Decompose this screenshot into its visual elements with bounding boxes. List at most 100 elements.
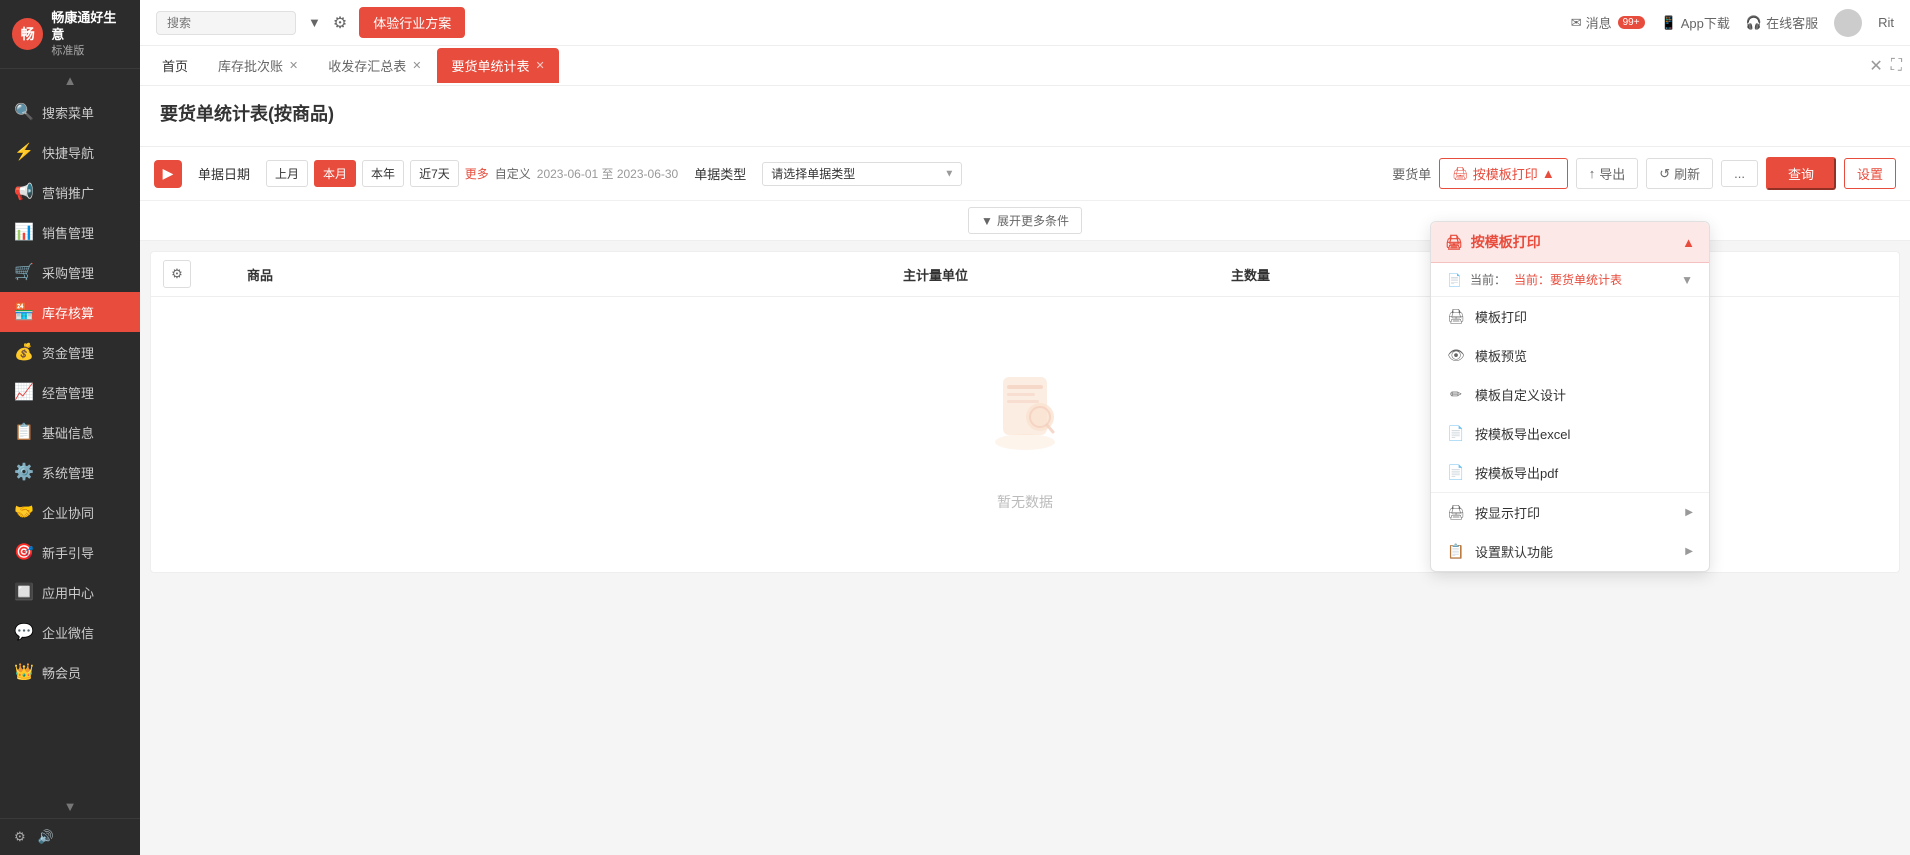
- message-icon: ✉: [1571, 15, 1582, 31]
- tab-batch-account-close[interactable]: ✕: [289, 59, 298, 72]
- avatar[interactable]: [1834, 9, 1862, 37]
- dropdown-chevron-up[interactable]: ▲: [1682, 235, 1695, 250]
- sidebar-item-enterprise[interactable]: 🤝 企业协同: [0, 492, 140, 532]
- dropdown-section-2: 🖨 按显示打印 📋 设置默认功能: [1431, 492, 1709, 571]
- current-template-row: 📄 当前： 当前：要货单统计表 ▼: [1431, 263, 1709, 296]
- sidebar-item-member[interactable]: 👑 畅会员: [0, 652, 140, 692]
- sidebar-item-wechat[interactable]: 💬 企业微信: [0, 612, 140, 652]
- headset-icon: 🎧: [1746, 15, 1762, 31]
- more-btn[interactable]: ...: [1721, 160, 1758, 187]
- topbar-search-input[interactable]: [156, 11, 296, 35]
- sidebar-item-inventory[interactable]: 🏪 库存核算: [0, 292, 140, 332]
- filter-expand-btn[interactable]: ▶: [154, 160, 182, 188]
- template-preview-icon: 👁: [1447, 347, 1465, 364]
- maximize-icon[interactable]: ⛶: [1891, 57, 1902, 75]
- tab-batch-account[interactable]: 库存批次账 ✕: [204, 48, 312, 83]
- export-btn[interactable]: ↑ 导出: [1576, 158, 1639, 189]
- sidebar-bottom: ⚙ 🔊: [0, 818, 140, 855]
- tab-order-stats-close[interactable]: ✕: [536, 59, 545, 72]
- app-download-btn[interactable]: 📱 App下载: [1661, 13, 1730, 32]
- online-service-btn[interactable]: 🎧 在线客服: [1746, 13, 1818, 32]
- refresh-icon: ↺: [1659, 166, 1670, 182]
- sidebar-item-label: 基础信息: [42, 423, 94, 442]
- topbar: ▼ ⚙ 体验行业方案 ✉ 消息 99+ 📱 App下载 🎧 在线客服 Rit: [140, 0, 1910, 46]
- date-btn-7days[interactable]: 近7天: [410, 160, 459, 187]
- template-custom-icon: ✏: [1447, 386, 1465, 403]
- expand-label: 展开更多条件: [997, 212, 1069, 229]
- topbar-dropdown-arrow[interactable]: ▼: [308, 15, 321, 30]
- inventory-icon: 🏪: [14, 302, 34, 322]
- topbar-gear-icon[interactable]: ⚙: [333, 13, 347, 33]
- tab-collection-summary[interactable]: 收发存汇总表 ✕: [314, 48, 435, 83]
- display-print-icon: 🖨: [1447, 504, 1465, 521]
- scroll-up-btn[interactable]: ▲: [0, 69, 140, 92]
- set-default-label: 设置默认功能: [1475, 542, 1675, 561]
- sidebar-item-system[interactable]: ⚙️ 系统管理: [0, 452, 140, 492]
- printer-icon-dropdown: 🖨: [1445, 234, 1463, 251]
- dropdown-item-display-print[interactable]: 🖨 按显示打印: [1431, 493, 1709, 532]
- sidebar-item-label: 营销推广: [42, 183, 94, 202]
- scroll-down-btn[interactable]: ▼: [0, 795, 140, 818]
- type-select[interactable]: 请选择单据类型: [762, 162, 962, 186]
- current-template-arrow[interactable]: ▼: [1681, 273, 1693, 287]
- sidebar-item-operations[interactable]: 📈 经营管理: [0, 372, 140, 412]
- dropdown-item-template-preview[interactable]: 👁 模板预览: [1431, 336, 1709, 375]
- print-template-btn[interactable]: 🖨 按模板打印 ▲: [1439, 158, 1567, 189]
- template-custom-label: 模板自定义设计: [1475, 385, 1693, 404]
- sidebar-item-label: 搜索菜单: [42, 103, 94, 122]
- dropdown-header: 🖨 按模板打印 ▲: [1431, 222, 1709, 263]
- template-preview-label: 模板预览: [1475, 346, 1693, 365]
- date-btn-last-month[interactable]: 上月: [266, 160, 308, 187]
- dropdown-item-template-print[interactable]: 🖨 模板打印: [1431, 297, 1709, 336]
- sidebar-item-basic-info[interactable]: 📋 基础信息: [0, 412, 140, 452]
- dropdown-item-export-excel[interactable]: 📄 按模板导出excel: [1431, 414, 1709, 453]
- query-btn[interactable]: 查询: [1766, 157, 1836, 190]
- page-header: 要货单统计表(按商品): [140, 86, 1910, 147]
- sidebar-item-search[interactable]: 🔍 搜索菜单: [0, 92, 140, 132]
- tab-order-stats[interactable]: 要货单统计表 ✕: [437, 48, 558, 83]
- sidebar-nav: 🔍 搜索菜单 ⚡ 快捷导航 📢 营销推广 📊 销售管理 🛒 采购管理 🏪 库存核…: [0, 92, 140, 795]
- dropdown-item-set-default[interactable]: 📋 设置默认功能: [1431, 532, 1709, 571]
- expand-more-btn[interactable]: ▼ 展开更多条件: [968, 207, 1082, 234]
- sidebar-item-quick-nav[interactable]: ⚡ 快捷导航: [0, 132, 140, 172]
- sidebar-item-purchase[interactable]: 🛒 采购管理: [0, 252, 140, 292]
- close-all-icon[interactable]: ✕: [1869, 56, 1882, 76]
- current-template-label: 当前：: [1470, 271, 1506, 288]
- sound-icon[interactable]: 🔊: [38, 829, 54, 845]
- marketing-icon: 📢: [14, 182, 34, 202]
- message-btn[interactable]: ✉ 消息 99+: [1571, 13, 1645, 32]
- sidebar-item-finance[interactable]: 💰 资金管理: [0, 332, 140, 372]
- sidebar-item-label: 采购管理: [42, 263, 94, 282]
- sidebar-item-app-center[interactable]: 🔲 应用中心: [0, 572, 140, 612]
- settings-btn[interactable]: 设置: [1844, 158, 1896, 189]
- topbar-right: ✉ 消息 99+ 📱 App下载 🎧 在线客服 Rit: [1571, 9, 1894, 37]
- date-btn-this-year[interactable]: 本年: [362, 160, 404, 187]
- trial-button[interactable]: 体验行业方案: [359, 7, 465, 38]
- dropdown-item-template-custom[interactable]: ✏ 模板自定义设计: [1431, 375, 1709, 414]
- print-arrow-up: ▲: [1542, 166, 1555, 181]
- sidebar-item-sales[interactable]: 📊 销售管理: [0, 212, 140, 252]
- type-select-wrapper: 请选择单据类型: [762, 162, 962, 186]
- print-label: 按模板打印: [1473, 164, 1538, 183]
- refresh-label: 刷新: [1674, 164, 1700, 183]
- tab-collection-summary-close[interactable]: ✕: [412, 59, 421, 72]
- display-print-label: 按显示打印: [1475, 503, 1675, 522]
- sidebar-item-label: 企业微信: [42, 623, 94, 642]
- logo-text: 畅康通好生意 标准版: [51, 10, 128, 58]
- export-pdf-label: 按模板导出pdf: [1475, 463, 1693, 482]
- date-btn-this-month[interactable]: 本月: [314, 160, 356, 187]
- dropdown-item-export-pdf[interactable]: 📄 按模板导出pdf: [1431, 453, 1709, 492]
- sidebar-item-label: 应用中心: [42, 583, 94, 602]
- sidebar-item-guide[interactable]: 🎯 新手引导: [0, 532, 140, 572]
- refresh-btn[interactable]: ↺ 刷新: [1646, 158, 1713, 189]
- sidebar-item-label: 快捷导航: [42, 143, 94, 162]
- tab-home[interactable]: 首页: [148, 48, 202, 83]
- column-settings-btn[interactable]: ⚙: [163, 260, 191, 288]
- sidebar-item-marketing[interactable]: 📢 营销推广: [0, 172, 140, 212]
- date-range: 2023-06-01 至 2023-06-30: [537, 165, 678, 182]
- date-custom[interactable]: 自定义: [495, 165, 531, 182]
- settings-icon[interactable]: ⚙: [14, 829, 26, 845]
- app-center-icon: 🔲: [14, 582, 34, 602]
- date-more[interactable]: 更多: [465, 165, 489, 182]
- phone-icon: 📱: [1661, 15, 1677, 31]
